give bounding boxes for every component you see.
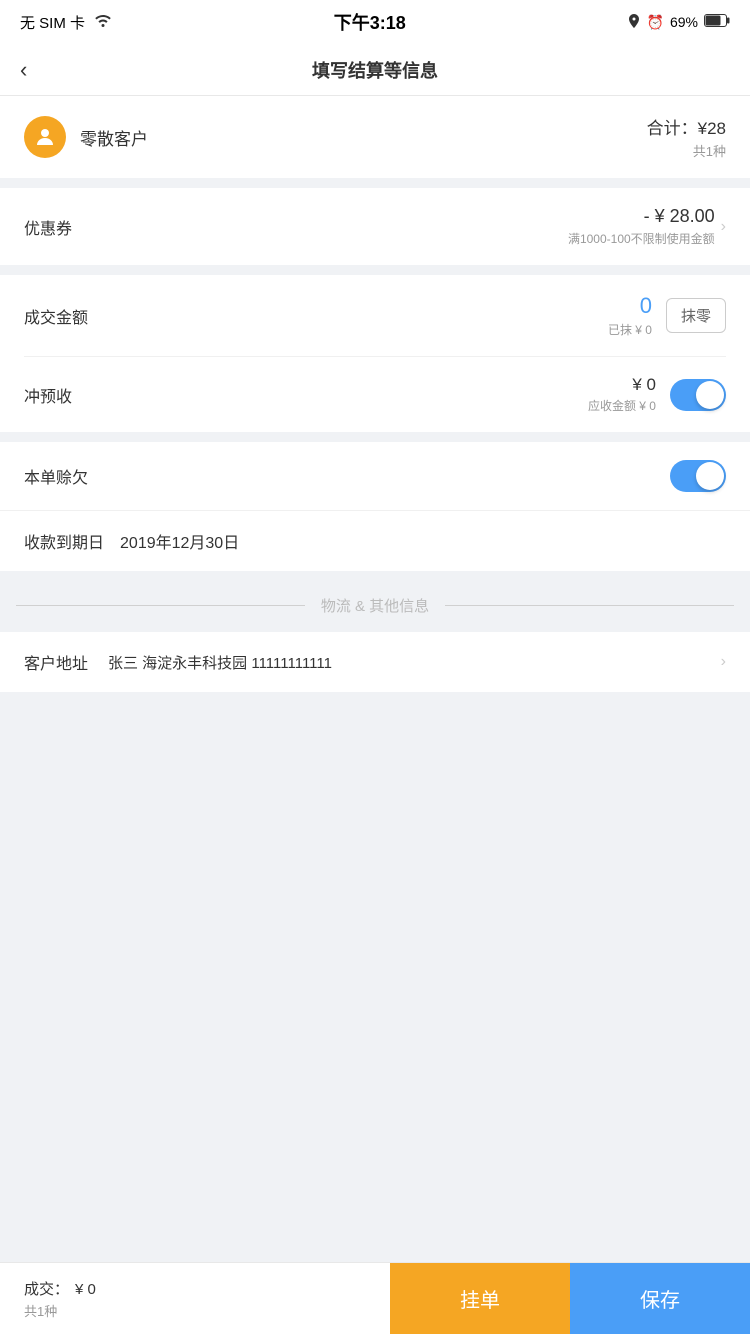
chevron-right-icon: ›: [721, 218, 726, 236]
coupon-label: 优惠券: [24, 215, 72, 239]
debt-block: 本单赊欠 收款到期日 2019年12月30日: [0, 442, 750, 571]
bottom-deal: 成交： ¥ 0: [24, 1278, 366, 1299]
transaction-amount-row: 成交金额 0 已抹 ¥ 0 抹零: [24, 275, 726, 357]
total-amount: 合计：¥28: [647, 114, 726, 139]
bottom-bar: 成交： ¥ 0 共1种 挂单 保存: [0, 1262, 750, 1334]
status-bar: 无 SIM 卡 下午3:18 ⏰ 69%: [0, 0, 750, 44]
customer-total: 合计：¥28 共1种: [647, 114, 726, 160]
location-icon: [627, 14, 641, 31]
pre-collect-right: ¥ 0 应收金额 ¥ 0: [588, 375, 726, 414]
debt-label: 本单赊欠: [24, 464, 88, 488]
duedate-value: 2019年12月30日: [120, 529, 239, 553]
duedate-section: 收款到期日 2019年12月30日: [0, 510, 750, 571]
divider-left: [16, 605, 305, 606]
alarm-icon: ⏰: [647, 14, 664, 31]
pre-collect-row: 冲预收 ¥ 0 应收金额 ¥ 0: [24, 357, 726, 432]
spacer: [0, 692, 750, 872]
pre-collect-toggle[interactable]: [670, 379, 726, 411]
address-value: 张三 海淀永丰科技园 11111111111: [108, 652, 721, 673]
address-section[interactable]: 客户地址 张三 海淀永丰科技园 11111111111 ›: [0, 632, 750, 692]
debt-toggle-knob: [696, 462, 724, 490]
address-chevron-icon: ›: [721, 653, 726, 671]
transaction-amount-label: 成交金额: [24, 304, 88, 328]
sim-status: 无 SIM 卡: [20, 12, 85, 33]
coupon-discount: - ¥ 28.00: [568, 206, 715, 227]
debt-section: 本单赊欠: [0, 442, 750, 510]
coupon-description: 满1000-100不限制使用金额: [568, 230, 715, 247]
bottom-deal-amount: ¥ 0: [75, 1281, 96, 1298]
avatar: [24, 116, 66, 158]
content: 零散客户 合计：¥28 共1种 优惠券 - ¥ 28.00 满1000-100不…: [0, 96, 750, 872]
status-time: 下午3:18: [334, 9, 406, 35]
status-right: ⏰ 69%: [627, 14, 730, 31]
transaction-amount-sub: 已抹 ¥ 0: [608, 321, 652, 338]
pre-collect-label: 冲预收: [24, 383, 72, 407]
toggle-knob: [696, 381, 724, 409]
bottom-info: 成交： ¥ 0 共1种: [0, 1278, 390, 1320]
back-button[interactable]: ‹: [20, 57, 27, 83]
status-left: 无 SIM 卡: [20, 12, 113, 33]
bottom-deal-label: 成交：: [24, 1278, 69, 1299]
customer-section: 零散客户 合计：¥28 共1种: [0, 96, 750, 178]
coupon-right: - ¥ 28.00 满1000-100不限制使用金额 ›: [568, 206, 726, 247]
battery-percent: 69%: [670, 14, 698, 30]
transaction-section: 成交金额 0 已抹 ¥ 0 抹零 冲预收 ¥ 0 应收金额 ¥ 0: [0, 275, 750, 432]
battery-icon: [704, 14, 730, 30]
pre-collect-value: ¥ 0: [588, 375, 656, 395]
duedate-label: 收款到期日: [24, 529, 104, 553]
transaction-amount-value: 0: [608, 293, 652, 319]
address-label: 客户地址: [24, 650, 88, 674]
save-button[interactable]: 保存: [570, 1263, 750, 1334]
nav-bar: ‹ 填写结算等信息: [0, 44, 750, 96]
pre-collect-sub: 应收金额 ¥ 0: [588, 397, 656, 414]
divider-right: [445, 605, 734, 606]
bottom-deal-count: 共1种: [24, 1301, 366, 1320]
transaction-amount-right: 0 已抹 ¥ 0 抹零: [608, 293, 726, 338]
logistics-label: 物流 & 其他信息: [321, 595, 429, 616]
coupon-section[interactable]: 优惠券 - ¥ 28.00 满1000-100不限制使用金额 ›: [0, 188, 750, 265]
round-button[interactable]: 抹零: [666, 298, 726, 333]
hang-button[interactable]: 挂单: [390, 1263, 570, 1334]
page-title: 填写结算等信息: [312, 57, 438, 83]
logistics-section: 物流 & 其他信息: [0, 581, 750, 630]
wifi-icon: [93, 13, 113, 31]
customer-name: 零散客户: [80, 125, 148, 150]
customer-left: 零散客户: [24, 116, 148, 158]
total-count: 共1种: [647, 141, 726, 160]
debt-toggle[interactable]: [670, 460, 726, 492]
